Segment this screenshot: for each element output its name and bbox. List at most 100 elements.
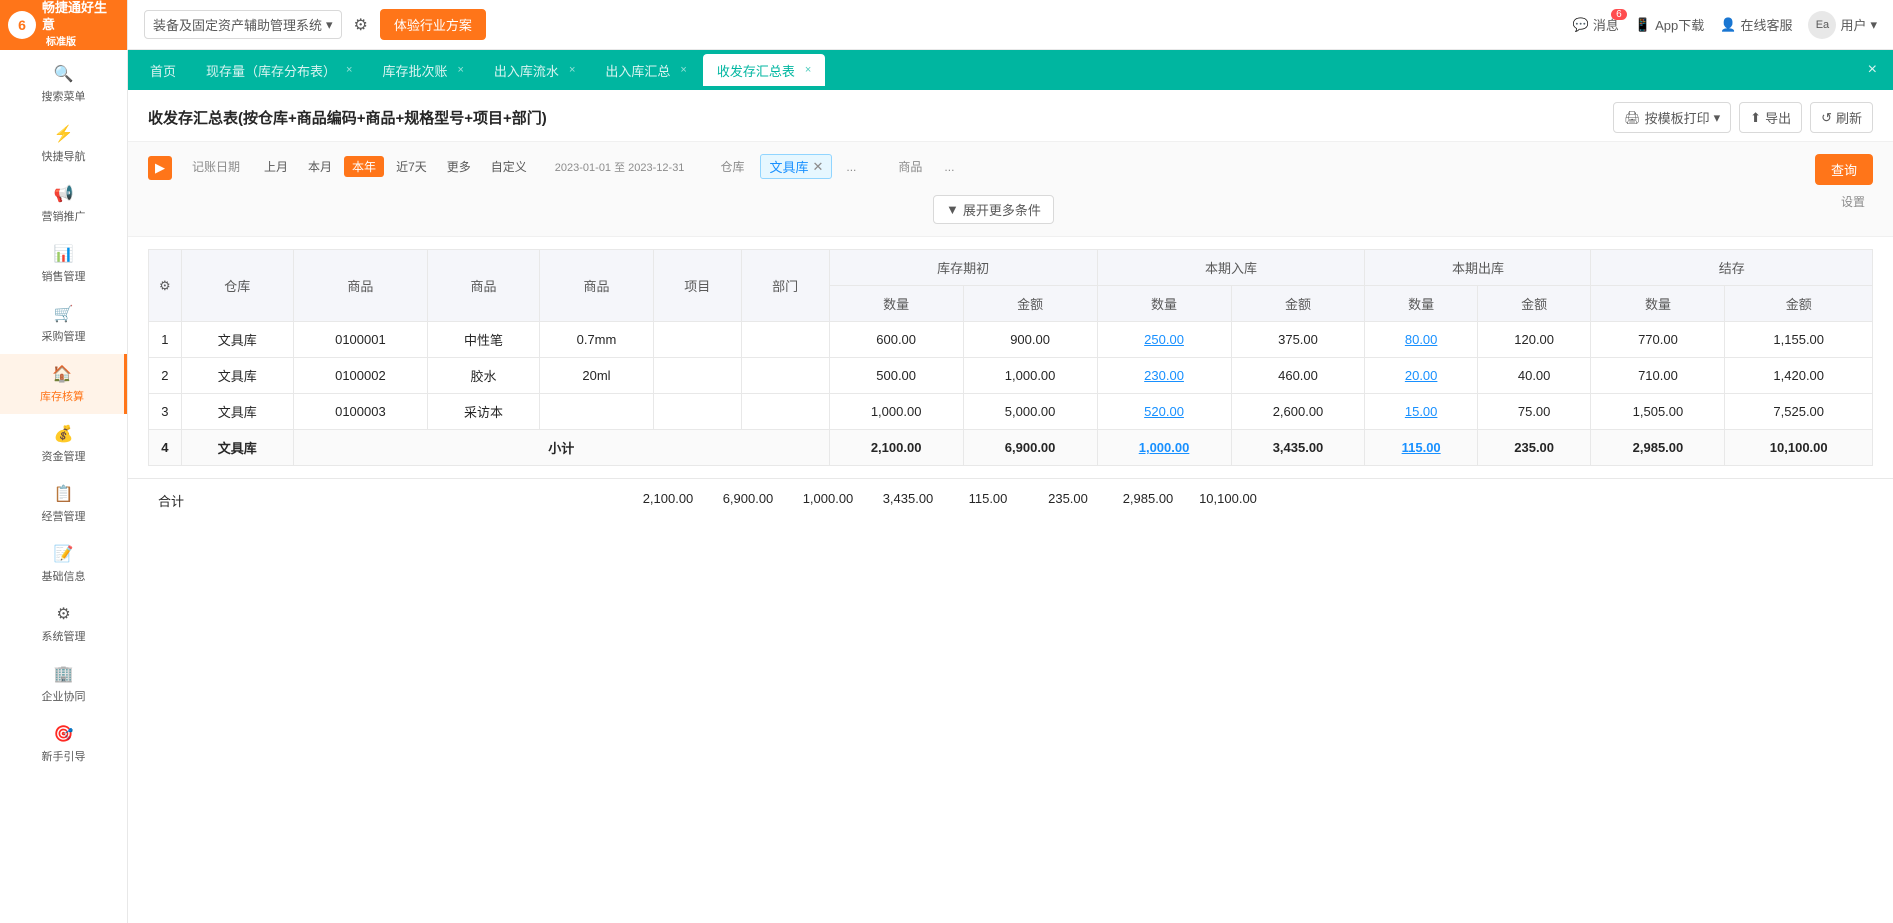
user-item[interactable]: Ea 用户 ▾ [1808,11,1877,39]
avatar: Ea [1808,11,1836,39]
search-icon: 🔍 [54,64,74,84]
row-dept [741,394,829,430]
tab-flow[interactable]: 出入库流水 × [480,54,589,86]
th-settings[interactable]: ⚙ [149,250,182,322]
row-project [653,358,741,394]
sidebar-item-sales[interactable]: 📊销售管理 [0,234,127,294]
sidebar-label-purchase: 采购管理 [42,328,86,344]
row-in-qty[interactable]: 250.00 [1097,322,1231,358]
system-icon: ⚙ [56,604,70,624]
tab-close-recv-summary[interactable]: × [805,64,811,76]
tab-summary[interactable]: 出入库汇总× [591,54,700,86]
table-row: 1 文具库 0100001 中性笔 0.7mm 600.00 900.00 25… [149,322,1873,358]
print-dropdown-icon: ▾ [1714,110,1721,126]
tab-label-flow: 出入库流水 [494,61,559,80]
filter-area: ▶ 记账日期 上月本月本年近7天更多自定义 2023-01-01 至 2023-… [128,142,1893,237]
sidebar-item-inventory[interactable]: 🏠库存核算 [0,354,127,414]
tab-inventory-dist[interactable]: 现存量（库存分布表）× [192,54,366,86]
print-btn[interactable]: 🖨 按模板打印 ▾ [1613,102,1731,133]
row-bal-qty: 710.00 [1591,358,1725,394]
sidebar-item-guide[interactable]: 🎯新手引导 [0,714,127,774]
row-in-qty[interactable]: 230.00 [1097,358,1231,394]
warehouse-label: 仓库 [720,158,744,175]
sidebar-item-finance[interactable]: 💰资金管理 [0,414,127,474]
app-download-item[interactable]: 📱 App下载 [1635,15,1704,34]
export-btn[interactable]: ⬆ 导出 [1739,102,1802,133]
th-out-amt: 金额 [1477,286,1591,322]
row-out-amt: 40.00 [1477,358,1591,394]
date-btn-自定义[interactable]: 自定义 [483,156,535,177]
tab-batch[interactable]: 库存批次账× [368,54,477,86]
sidebar-item-operations[interactable]: 📋经营管理 [0,474,127,534]
warehouse-tag[interactable]: 文具库 ✕ [760,154,832,179]
row-out-qty[interactable]: 80.00 [1365,322,1477,358]
row-in-amt: 375.00 [1231,322,1365,358]
date-buttons: 上月本月本年近7天更多自定义 [256,156,535,177]
export-label: 导出 [1765,108,1791,127]
tab-close-summary[interactable]: × [680,64,686,76]
refresh-label: 刷新 [1836,108,1862,127]
sidebar-item-quick-nav[interactable]: ⚡快捷导航 [0,114,127,174]
experience-btn[interactable]: 体验行业方案 [380,9,486,40]
total-in-qty: 1,000.00 [788,487,868,514]
th-bal-qty: 数量 [1591,286,1725,322]
date-btn-上月[interactable]: 上月 [256,156,296,177]
sidebar-item-search[interactable]: 🔍搜索菜单 [0,54,127,114]
date-btn-近7天[interactable]: 近7天 [388,156,435,177]
system-title-dropdown[interactable]: 装备及固定资产辅助管理系统 ▾ [144,10,342,39]
print-icon: 🖨 [1624,110,1641,126]
messages-item[interactable]: 💬 消息 6 [1573,15,1619,34]
total-empty1 [228,487,308,514]
sidebar-label-guide: 新手引导 [42,748,86,764]
total-bal-qty: 2,985.00 [1108,487,1188,514]
expand-btn[interactable]: ▼ 展开更多条件 [933,195,1054,224]
row-dept [741,358,829,394]
app-download-label: App下载 [1655,15,1704,34]
settings-link[interactable]: 设置 [1833,189,1873,214]
tab-close-inventory-dist[interactable]: × [346,64,352,76]
row-no: 3 [149,394,182,430]
date-range: 2023-01-01 至 2023-12-31 [555,159,685,175]
date-btn-更多[interactable]: 更多 [439,156,479,177]
row-goods: 中性笔 [427,322,539,358]
row-out-qty[interactable]: 15.00 [1365,394,1477,430]
online-service-item[interactable]: 👤 在线客服 [1720,15,1792,34]
marketing-icon: 📢 [54,184,74,204]
filter-toggle[interactable]: ▶ [148,156,172,180]
tabbar-close-btn[interactable]: × [1860,61,1885,79]
row-init-amt: 900.00 [963,322,1097,358]
row-out-qty[interactable]: 20.00 [1365,358,1477,394]
tab-home[interactable]: 首页 [136,54,190,86]
total-empty5 [548,487,628,514]
sidebar-item-base-info[interactable]: 📝基础信息 [0,534,127,594]
refresh-btn[interactable]: ↺ 刷新 [1810,102,1873,133]
table-container: ⚙ 仓库 商品 商品 商品 项目 部门 库存期初 本期入库 本期出库 结存 [128,237,1893,478]
tab-recv-summary[interactable]: 收发存汇总表× [703,54,825,86]
th-warehouse: 仓库 [181,250,293,322]
th-out-stock: 本期出库 [1365,250,1591,286]
row-spec: 20ml [540,358,654,394]
dropdown-arrow-icon: ▾ [326,17,333,33]
sidebar-item-marketing[interactable]: 📢营销推广 [0,174,127,234]
tab-close-batch[interactable]: × [457,64,463,76]
sidebar-item-system[interactable]: ⚙系统管理 [0,594,127,654]
operations-icon: 📋 [54,484,74,504]
warehouse-tag-close[interactable]: ✕ [812,159,823,175]
warehouse-more-btn[interactable]: ... [840,158,862,176]
tab-close-flow[interactable]: × [569,64,575,76]
settings-icon[interactable]: ⚙ [354,15,368,35]
row-goods: 胶水 [427,358,539,394]
row-in-qty[interactable]: 520.00 [1097,394,1231,430]
sidebar-item-purchase[interactable]: 🛒采购管理 [0,294,127,354]
row-init-amt: 1,000.00 [963,358,1097,394]
date-btn-本月[interactable]: 本月 [300,156,340,177]
sidebar-label-enterprise: 企业协同 [42,688,86,704]
goods-more-btn[interactable]: ... [938,158,960,176]
online-service-label: 在线客服 [1740,15,1792,34]
date-btn-本年[interactable]: 本年 [344,156,384,177]
row-bal-amt: 1,420.00 [1725,358,1873,394]
query-btn[interactable]: 查询 [1815,154,1873,185]
goods-label: 商品 [898,158,922,175]
logo-text: 畅捷通好生意 标准版 [42,0,119,49]
sidebar-item-enterprise[interactable]: 🏢企业协同 [0,654,127,714]
